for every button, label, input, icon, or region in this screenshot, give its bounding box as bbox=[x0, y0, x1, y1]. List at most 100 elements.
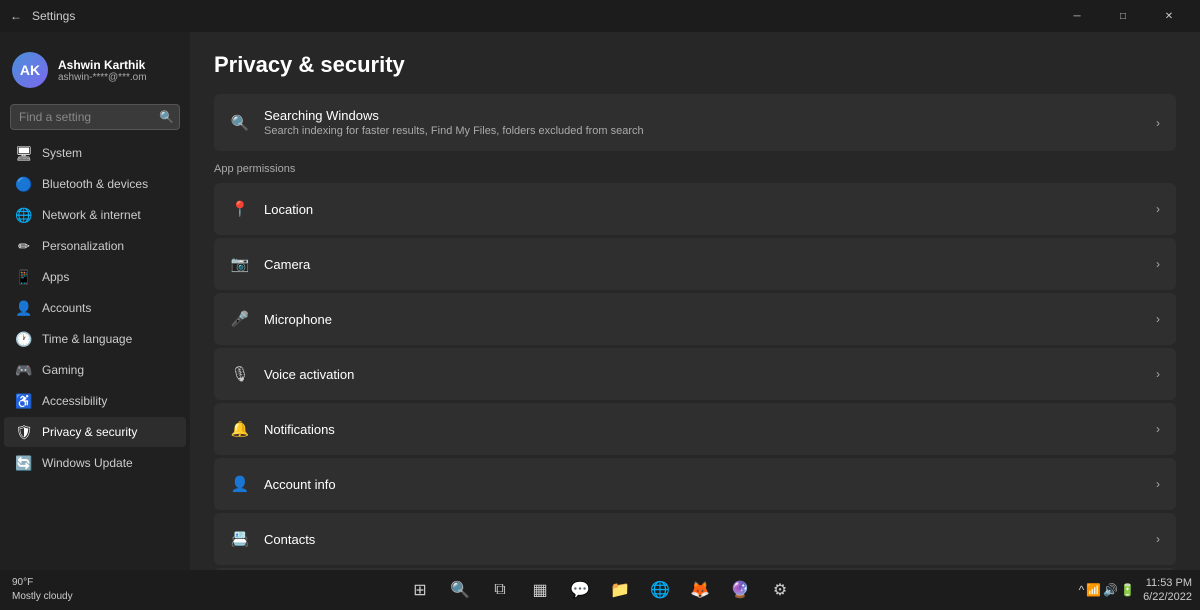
sidebar-item-bluetooth[interactable]: 🔵 Bluetooth & devices bbox=[4, 169, 186, 199]
sidebar-item-personalization[interactable]: ✏ Personalization bbox=[4, 231, 186, 261]
personalization-label: Personalization bbox=[42, 239, 124, 253]
searching-windows-item[interactable]: 🔍 Searching Windows Search indexing for … bbox=[214, 94, 1176, 151]
battery-icon[interactable]: 🔋 bbox=[1120, 583, 1135, 597]
app1-button[interactable]: 🔮 bbox=[722, 572, 758, 608]
avatar: AK bbox=[12, 52, 48, 88]
chat-button[interactable]: 💬 bbox=[562, 572, 598, 608]
minimize-button[interactable]: ─ bbox=[1054, 0, 1100, 32]
microphone-chevron: › bbox=[1156, 312, 1160, 326]
maximize-button[interactable]: □ bbox=[1100, 0, 1146, 32]
sidebar-item-accessibility[interactable]: ♿ Accessibility bbox=[4, 386, 186, 416]
voice-activation-icon: 🎙 bbox=[230, 364, 250, 384]
explorer-button[interactable]: 📁 bbox=[602, 572, 638, 608]
network-icon: 🌐 bbox=[16, 207, 32, 223]
camera-title: Camera bbox=[264, 257, 1156, 272]
search-windows-icon: 🔍 bbox=[230, 113, 250, 133]
task-view-button[interactable]: ⧉ bbox=[482, 572, 518, 608]
sidebar-item-time[interactable]: 🕐 Time & language bbox=[4, 324, 186, 354]
notifications-text: Notifications bbox=[264, 422, 1156, 437]
privacy-icon: 🛡 bbox=[16, 424, 32, 440]
location-chevron: › bbox=[1156, 202, 1160, 216]
windows-update-label: Windows Update bbox=[42, 456, 133, 470]
volume-icon[interactable]: 🔊 bbox=[1103, 583, 1118, 597]
title-bar: ← Settings ─ □ ✕ bbox=[0, 0, 1200, 32]
search-icon: 🔍 bbox=[159, 110, 174, 124]
search-windows-text: Searching Windows Search indexing for fa… bbox=[264, 108, 1156, 137]
back-icon: ← bbox=[10, 9, 22, 23]
permission-item-account-info[interactable]: 👤 Account info › bbox=[214, 458, 1176, 510]
taskbar-right: ^ 📶 🔊 🔋 11:53 PM 6/22/2022 bbox=[1079, 576, 1192, 605]
close-button[interactable]: ✕ bbox=[1146, 0, 1192, 32]
search-windows-chevron: › bbox=[1156, 116, 1160, 130]
permission-item-contacts[interactable]: 📇 Contacts › bbox=[214, 513, 1176, 565]
sidebar-item-windows-update[interactable]: 🔄 Windows Update bbox=[4, 448, 186, 478]
voice-activation-text: Voice activation bbox=[264, 367, 1156, 382]
apps-label: Apps bbox=[42, 270, 69, 284]
sidebar-item-accounts[interactable]: 👤 Accounts bbox=[4, 293, 186, 323]
sidebar-item-gaming[interactable]: 🎮 Gaming bbox=[4, 355, 186, 385]
sidebar-item-apps[interactable]: 📱 Apps bbox=[4, 262, 186, 292]
permission-item-camera[interactable]: 📷 Camera › bbox=[214, 238, 1176, 290]
search-box: 🔍 bbox=[10, 104, 180, 130]
voice-activation-title: Voice activation bbox=[264, 367, 1156, 382]
tray-chevron-icon[interactable]: ^ bbox=[1079, 583, 1085, 597]
permission-item-microphone[interactable]: 🎤 Microphone › bbox=[214, 293, 1176, 345]
user-profile[interactable]: AK Ashwin Karthik ashwin-****@***.om bbox=[0, 40, 190, 100]
contacts-chevron: › bbox=[1156, 532, 1160, 546]
app-permissions-header: App permissions bbox=[214, 163, 1176, 175]
settings-taskbar-button[interactable]: ⚙ bbox=[762, 572, 798, 608]
account-info-icon: 👤 bbox=[230, 474, 250, 494]
search-windows-title: Searching Windows bbox=[264, 108, 1156, 123]
start-button[interactable]: ⊞ bbox=[402, 572, 438, 608]
search-windows-desc: Search indexing for faster results, Find… bbox=[264, 125, 1156, 137]
back-button[interactable]: ← bbox=[8, 8, 24, 24]
accounts-icon: 👤 bbox=[16, 300, 32, 316]
system-label: System bbox=[42, 146, 82, 160]
taskbar-left: 90°F Mostly cloudy bbox=[8, 576, 73, 604]
user-name: Ashwin Karthik bbox=[58, 58, 178, 72]
taskbar-time[interactable]: 11:53 PM 6/22/2022 bbox=[1143, 576, 1192, 605]
date-display: 6/22/2022 bbox=[1143, 590, 1192, 604]
system-tray: ^ 📶 🔊 🔋 bbox=[1079, 583, 1136, 597]
contacts-icon: 📇 bbox=[230, 529, 250, 549]
privacy-label: Privacy & security bbox=[42, 425, 137, 439]
search-taskbar-button[interactable]: 🔍 bbox=[442, 572, 478, 608]
permissions-list: 📍 Location › 📷 Camera › 🎤 Microphone › 🎙… bbox=[214, 183, 1176, 570]
contacts-text: Contacts bbox=[264, 532, 1156, 547]
edge-button[interactable]: 🌐 bbox=[642, 572, 678, 608]
microphone-icon: 🎤 bbox=[230, 309, 250, 329]
permission-item-location[interactable]: 📍 Location › bbox=[214, 183, 1176, 235]
notifications-title: Notifications bbox=[264, 422, 1156, 437]
camera-text: Camera bbox=[264, 257, 1156, 272]
accessibility-icon: ♿ bbox=[16, 393, 32, 409]
search-input[interactable] bbox=[10, 104, 180, 130]
firefox-button[interactable]: 🦊 bbox=[682, 572, 718, 608]
location-text: Location bbox=[264, 202, 1156, 217]
bluetooth-label: Bluetooth & devices bbox=[42, 177, 148, 191]
sidebar-item-network[interactable]: 🌐 Network & internet bbox=[4, 200, 186, 230]
permission-item-notifications[interactable]: 🔔 Notifications › bbox=[214, 403, 1176, 455]
app-body: AK Ashwin Karthik ashwin-****@***.om 🔍 🖥… bbox=[0, 32, 1200, 570]
page-title: Privacy & security bbox=[214, 52, 1176, 78]
bluetooth-icon: 🔵 bbox=[16, 176, 32, 192]
network-icon[interactable]: 📶 bbox=[1086, 583, 1101, 597]
user-email: ashwin-****@***.om bbox=[58, 72, 178, 83]
sidebar: AK Ashwin Karthik ashwin-****@***.om 🔍 🖥… bbox=[0, 32, 190, 570]
time-display: 11:53 PM bbox=[1143, 576, 1192, 590]
weather-desc: Mostly cloudy bbox=[12, 590, 73, 604]
gaming-icon: 🎮 bbox=[16, 362, 32, 378]
sidebar-item-privacy[interactable]: 🛡 Privacy & security bbox=[4, 417, 186, 447]
taskbar: 90°F Mostly cloudy ⊞ 🔍 ⧉ ▦ 💬 📁 🌐 🦊 🔮 ⚙ ^… bbox=[0, 570, 1200, 610]
window-controls: ─ □ ✕ bbox=[1054, 0, 1192, 32]
windows-update-icon: 🔄 bbox=[16, 455, 32, 471]
permission-item-voice-activation[interactable]: 🎙 Voice activation › bbox=[214, 348, 1176, 400]
location-icon: 📍 bbox=[230, 199, 250, 219]
apps-icon: 📱 bbox=[16, 269, 32, 285]
location-title: Location bbox=[264, 202, 1156, 217]
weather-widget[interactable]: 90°F Mostly cloudy bbox=[12, 576, 73, 604]
widgets-button[interactable]: ▦ bbox=[522, 572, 558, 608]
notifications-chevron: › bbox=[1156, 422, 1160, 436]
camera-icon: 📷 bbox=[230, 254, 250, 274]
sidebar-item-system[interactable]: 🖥 System bbox=[4, 138, 186, 168]
accessibility-label: Accessibility bbox=[42, 394, 107, 408]
